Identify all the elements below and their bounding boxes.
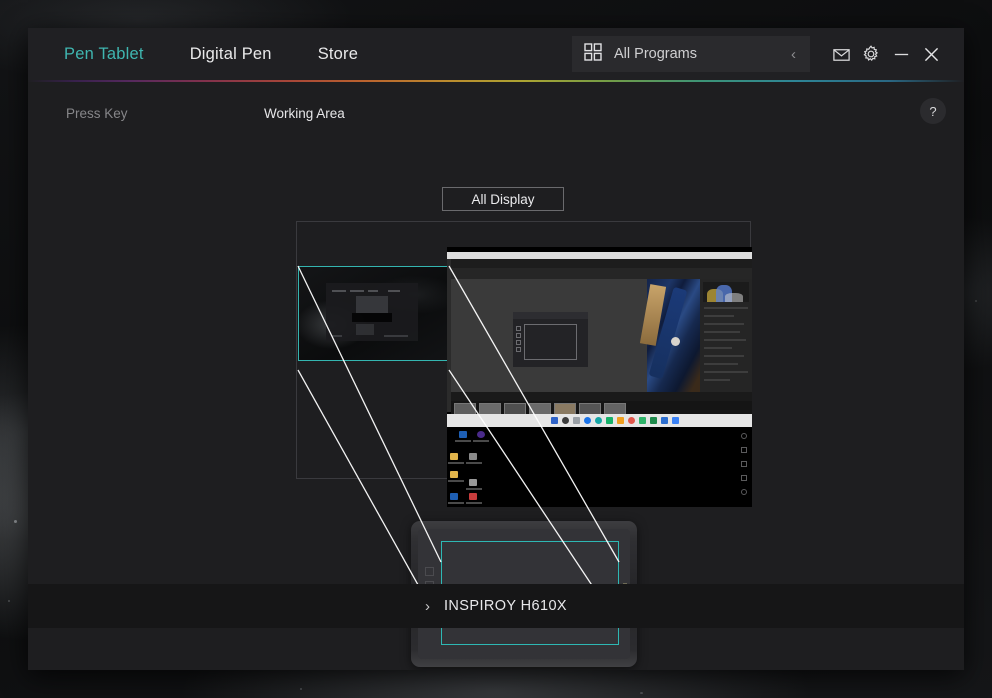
device-name-label: INSPIROY H610X (444, 598, 567, 614)
press-key-label[interactable]: Press Key (66, 106, 128, 121)
working-area-panel: Press Key Working Area ? All Display › I… (28, 82, 964, 667)
editor-side-panel (700, 279, 752, 392)
histogram-icon (703, 282, 749, 302)
mail-icon[interactable] (826, 39, 856, 69)
tab-digital-pen[interactable]: Digital Pen (190, 45, 272, 64)
windows-taskbar (447, 414, 752, 427)
close-icon[interactable] (916, 39, 946, 69)
nested-driver-window (513, 312, 588, 367)
nav-tabs: Pen Tablet Digital Pen Store (28, 45, 358, 64)
window-controls-group: All Programs ‹ (572, 36, 964, 72)
tab-store[interactable]: Store (318, 45, 358, 64)
chevron-right-icon: › (425, 597, 430, 615)
desktop-icons-area (447, 427, 752, 507)
monitor-secondary-content (326, 283, 418, 341)
display-preview-group (268, 221, 752, 507)
all-display-button[interactable]: All Display (442, 187, 564, 211)
working-area-title: Working Area (264, 106, 345, 121)
photo-thumbnail (639, 279, 700, 392)
top-navigation-bar: Pen Tablet Digital Pen Store All Program… (28, 28, 964, 80)
editor-app-screenshot (447, 252, 752, 417)
help-icon[interactable]: ? (920, 98, 946, 124)
grid-icon (584, 42, 602, 66)
monitor-primary-preview[interactable] (447, 247, 752, 507)
tab-pen-tablet[interactable]: Pen Tablet (64, 45, 144, 64)
all-programs-label: All Programs (614, 46, 697, 62)
monitor-secondary-preview[interactable] (298, 266, 449, 361)
device-selector-bar[interactable]: › INSPIROY H610X (28, 584, 964, 628)
minimize-icon[interactable] (886, 39, 916, 69)
all-programs-dropdown[interactable]: All Programs ‹ (572, 36, 810, 72)
chevron-left-icon: ‹ (791, 45, 796, 63)
driver-app-window: Pen Tablet Digital Pen Store All Program… (28, 28, 964, 670)
gear-icon[interactable] (856, 39, 886, 69)
